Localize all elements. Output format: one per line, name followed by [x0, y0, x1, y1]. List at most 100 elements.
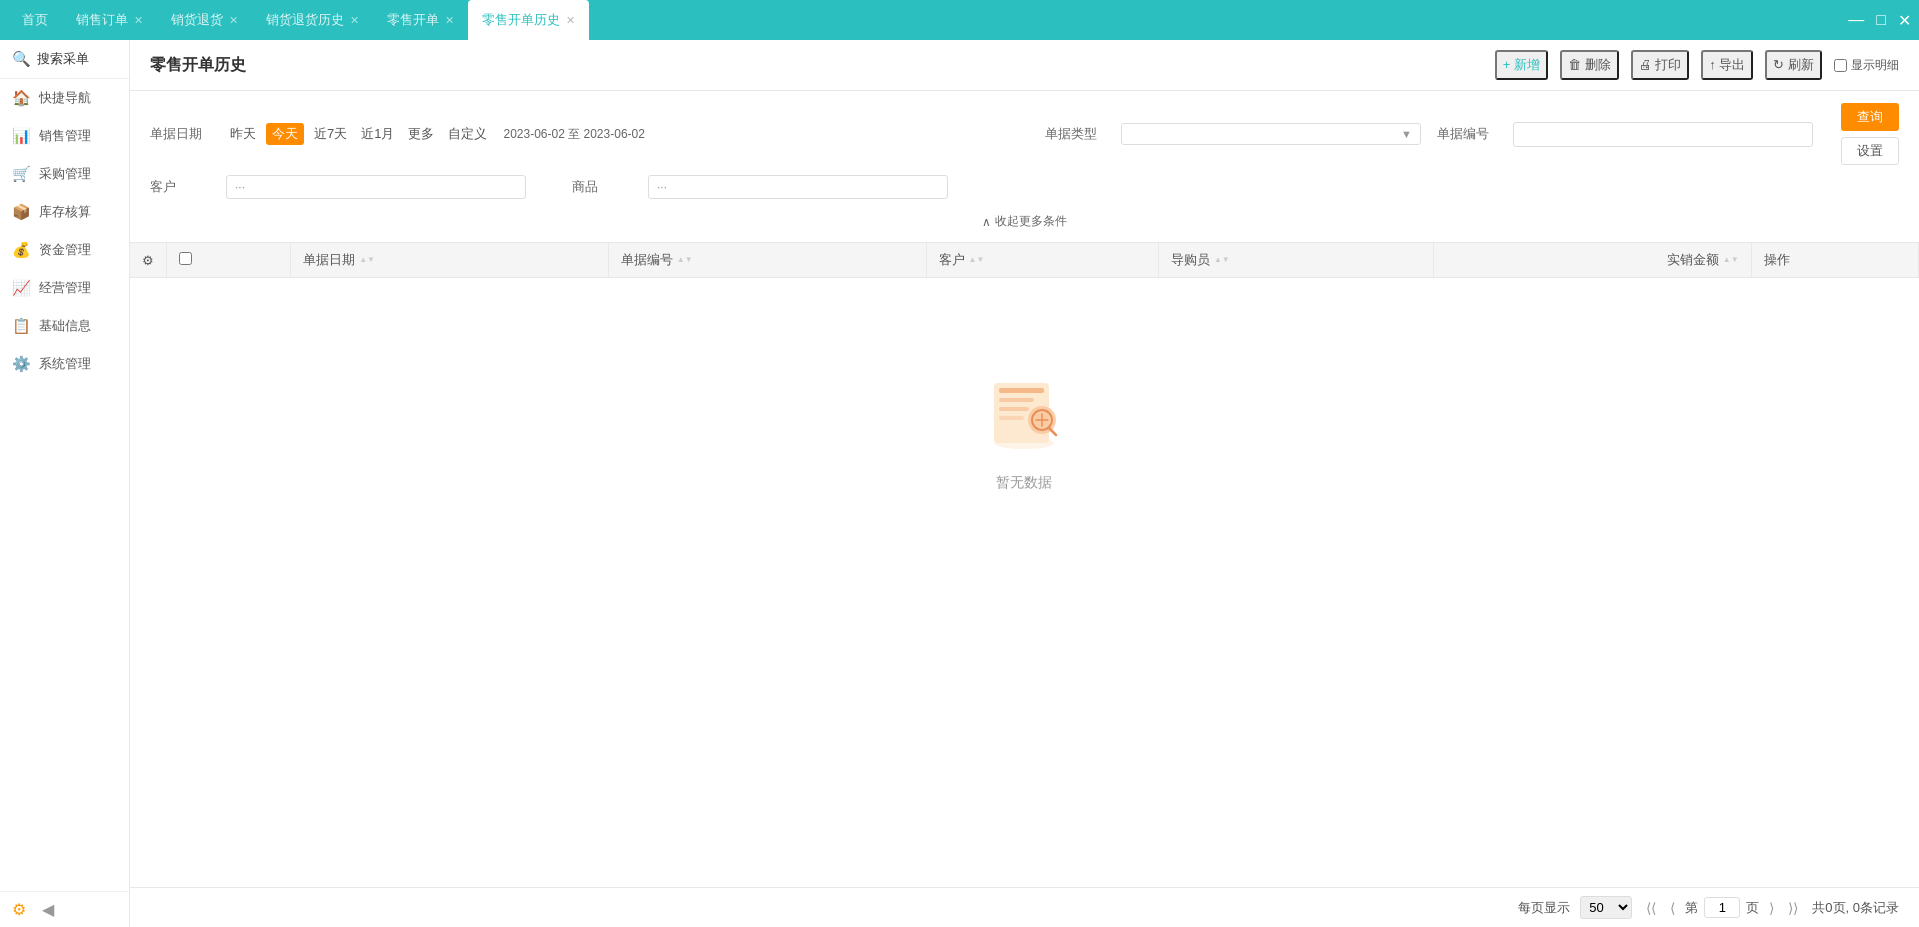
svg-rect-4: [999, 407, 1029, 411]
sales-icon: 📊: [12, 127, 31, 145]
sidebar-item-basic-info[interactable]: 📋 基础信息: [0, 307, 129, 345]
sidebar-item-system[interactable]: ⚙️ 系统管理: [0, 345, 129, 383]
date-opt-custom[interactable]: 自定义: [444, 124, 491, 144]
prev-page-button[interactable]: ⟨: [1666, 898, 1679, 918]
settings-gear-icon[interactable]: ⚙: [12, 900, 26, 919]
th-doc-no-sort-icon[interactable]: ▲▼: [677, 256, 693, 264]
tab-retail-history[interactable]: 零售开单历史 ✕: [468, 0, 589, 40]
collapse-bar[interactable]: ∧ 收起更多条件: [150, 209, 1899, 230]
th-date-label: 单据日期: [303, 251, 355, 269]
tab-sales-order-close[interactable]: ✕: [134, 14, 143, 27]
last-page-button[interactable]: ⟩⟩: [1784, 898, 1802, 918]
content-area: 零售开单历史 + 新增 🗑 删除 🖨 打印 ↑ 导出 ↻ 刷新 显示明细 单据日…: [130, 40, 1919, 927]
tab-return-close[interactable]: ✕: [229, 14, 238, 27]
th-guide-sort-icon[interactable]: ▲▼: [1214, 256, 1230, 264]
settings-button[interactable]: 设置: [1841, 137, 1899, 165]
empty-text: 暂无数据: [996, 474, 1052, 492]
delete-button[interactable]: 🗑 删除: [1560, 50, 1619, 80]
tab-return[interactable]: 销货退货 ✕: [157, 0, 252, 40]
per-page-select[interactable]: 50 10 20 100: [1580, 896, 1632, 919]
add-button[interactable]: + 新增: [1495, 50, 1548, 80]
maximize-button[interactable]: □: [1876, 11, 1886, 29]
th-amount-label: 实销金额: [1667, 251, 1719, 269]
sidebar: 🔍 搜索采单 🏠 快捷导航 📊 销售管理 🛒 采购管理 📦 库存核算 💰: [0, 40, 130, 927]
doc-type-label: 单据类型: [1045, 125, 1105, 143]
minimize-button[interactable]: —: [1848, 11, 1864, 29]
tab-sales-order-label: 销售订单: [76, 11, 128, 29]
customer-label: 客户: [150, 178, 210, 196]
tab-retail-order-close[interactable]: ✕: [445, 14, 454, 27]
filter-row-customer: 客户 ··· 商品 ···: [150, 175, 1899, 199]
tab-return-history-close[interactable]: ✕: [350, 14, 359, 27]
query-button[interactable]: 查询: [1841, 103, 1899, 131]
product-placeholder: ···: [657, 180, 667, 194]
sidebar-item-quick-nav[interactable]: 🏠 快捷导航: [0, 79, 129, 117]
svg-rect-3: [999, 398, 1034, 402]
tab-return-history-label: 销货退货历史: [266, 11, 344, 29]
th-settings[interactable]: ⚙: [130, 243, 166, 278]
doc-type-select[interactable]: ▼: [1121, 123, 1421, 145]
date-range-display: 2023-06-02 至 2023-06-02: [503, 126, 644, 143]
sidebar-item-purchase[interactable]: 🛒 采购管理: [0, 155, 129, 193]
toolbar: + 新增 🗑 删除 🖨 打印 ↑ 导出 ↻ 刷新 显示明细: [1495, 50, 1899, 80]
tab-return-history[interactable]: 销货退货历史 ✕: [252, 0, 373, 40]
tab-retail-history-close[interactable]: ✕: [566, 14, 575, 27]
sidebar-item-sales[interactable]: 📊 销售管理: [0, 117, 129, 155]
sidebar-search-label: 搜索采单: [37, 50, 89, 68]
product-label: 商品: [572, 178, 632, 196]
page-label-prefix: 第: [1685, 899, 1698, 917]
page-number-input[interactable]: [1704, 897, 1740, 918]
sidebar-item-label: 销售管理: [39, 127, 91, 145]
tab-home-label: 首页: [22, 11, 48, 29]
empty-illustration: [974, 358, 1074, 458]
sidebar-item-finance[interactable]: 💰 资金管理: [0, 231, 129, 269]
page-title: 零售开单历史: [150, 55, 246, 76]
sidebar-item-label: 库存核算: [39, 203, 91, 221]
th-amount: 实销金额 ▲▼: [1433, 243, 1751, 278]
th-amount-sort-icon[interactable]: ▲▼: [1723, 256, 1739, 264]
tab-retail-order-label: 零售开单: [387, 11, 439, 29]
display-detail-input[interactable]: [1834, 59, 1847, 72]
customer-select[interactable]: ···: [226, 175, 526, 199]
sidebar-item-inventory[interactable]: 📦 库存核算: [0, 193, 129, 231]
search-icon: 🔍: [12, 50, 31, 68]
doc-no-input[interactable]: [1513, 122, 1813, 147]
refresh-button[interactable]: ↻ 刷新: [1765, 50, 1822, 80]
date-opt-yesterday[interactable]: 昨天: [226, 124, 260, 144]
date-filter-label: 单据日期: [150, 125, 210, 143]
sidebar-search[interactable]: 🔍 搜索采单: [0, 40, 129, 79]
pagination-bar: 每页显示 50 10 20 100 ⟨⟨ ⟨ 第 页 ⟩ ⟩⟩ 共0页, 0条记…: [130, 887, 1919, 927]
date-opt-more[interactable]: 更多: [404, 124, 438, 144]
product-select[interactable]: ···: [648, 175, 948, 199]
display-detail-checkbox[interactable]: 显示明细: [1834, 57, 1899, 74]
th-operation-label: 操作: [1764, 252, 1790, 267]
tab-home[interactable]: 首页: [8, 0, 62, 40]
svg-rect-2: [999, 388, 1044, 393]
table-header-row: ⚙ 单据日期 ▲▼ 单据编号: [130, 243, 1919, 278]
tab-sales-order[interactable]: 销售订单 ✕: [62, 0, 157, 40]
tab-retail-order[interactable]: 零售开单 ✕: [373, 0, 468, 40]
th-customer-sort-icon[interactable]: ▲▼: [969, 256, 985, 264]
th-doc-no: 单据编号 ▲▼: [608, 243, 926, 278]
date-opt-today[interactable]: 今天: [266, 123, 304, 145]
th-customer: 客户 ▲▼: [926, 243, 1158, 278]
next-page-button[interactable]: ⟩: [1765, 898, 1778, 918]
select-all-checkbox[interactable]: [179, 252, 192, 265]
th-date-sort-icon[interactable]: ▲▼: [359, 256, 375, 264]
doc-no-label: 单据编号: [1437, 125, 1497, 143]
total-info: 共0页, 0条记录: [1812, 899, 1899, 917]
close-button[interactable]: ✕: [1898, 11, 1911, 30]
print-button[interactable]: 🖨 打印: [1631, 50, 1690, 80]
th-doc-no-label: 单据编号: [621, 251, 673, 269]
per-page-label: 每页显示: [1518, 899, 1570, 917]
sidebar-item-label: 采购管理: [39, 165, 91, 183]
table-area: ⚙ 单据日期 ▲▼ 单据编号: [130, 243, 1919, 887]
export-button[interactable]: ↑ 导出: [1701, 50, 1753, 80]
sidebar-item-label: 经营管理: [39, 279, 91, 297]
sidebar-item-operations[interactable]: 📈 经营管理: [0, 269, 129, 307]
first-page-button[interactable]: ⟨⟨: [1642, 898, 1660, 918]
collapse-sidebar-icon[interactable]: ◀: [42, 900, 54, 919]
window-controls: — □ ✕: [1848, 11, 1911, 30]
date-opt-7days[interactable]: 近7天: [310, 124, 351, 144]
date-opt-1month[interactable]: 近1月: [357, 124, 398, 144]
